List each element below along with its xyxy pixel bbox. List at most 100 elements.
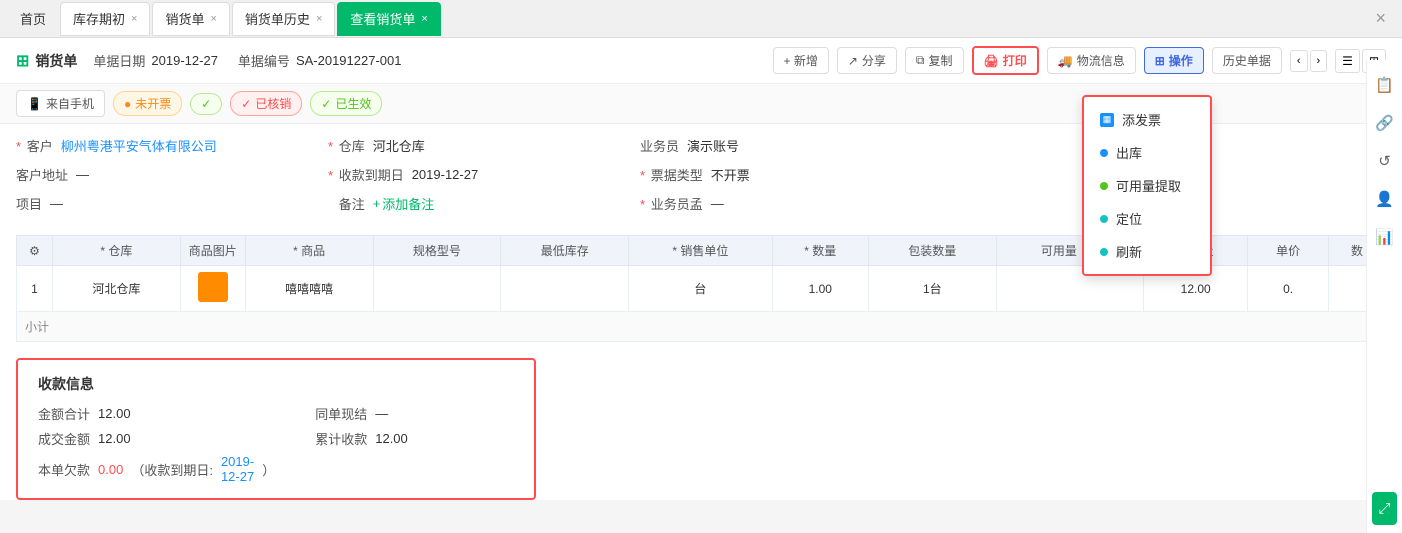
already-checked-badge[interactable]: ✓ 已核销 xyxy=(230,91,302,116)
project-value: — xyxy=(50,196,63,211)
sidebar-icon-4[interactable]: 👤 xyxy=(1369,182,1400,216)
customer-field: * 客户 柳州粤港平安气体有限公司 xyxy=(16,136,296,155)
tab-label: 销货单历史 xyxy=(245,9,310,28)
product-image xyxy=(198,272,228,302)
close-icon[interactable]: × xyxy=(131,13,137,25)
tab-view-sales[interactable]: 查看销货单 × xyxy=(337,2,440,36)
dot-icon xyxy=(1100,215,1108,223)
date-label: 单据日期 xyxy=(93,51,145,70)
doc-title: ⊞ 销货单 xyxy=(16,51,77,71)
operation-button[interactable]: ⊞ 操作 xyxy=(1144,47,1204,74)
date-value: 2019-12-27 xyxy=(151,53,218,68)
cumulative-received-value: 12.00 xyxy=(375,431,408,446)
cumulative-received-label: 累计收款 xyxy=(315,429,367,448)
logistics-button[interactable]: 🚚 物流信息 xyxy=(1047,47,1136,74)
not-open-badge[interactable]: ● 未开票 xyxy=(113,91,182,116)
remark-field: * 备注 + 添加备注 xyxy=(328,194,608,213)
tab-sales-order[interactable]: 销货单 × xyxy=(152,2,229,36)
row-index: 1 xyxy=(17,266,53,312)
summary-box: 收款信息 金额合计 12.00 同单现结 — 成交金额 12.00 累计收款 1… xyxy=(16,358,536,500)
print-button[interactable]: 🖨 打印 xyxy=(972,46,1039,75)
col-settings[interactable]: ⚙ xyxy=(17,236,53,266)
salesperson-value: 演示账号 xyxy=(687,136,739,155)
row-spec xyxy=(373,266,501,312)
cumulative-received-row: 累计收款 12.00 xyxy=(315,429,514,448)
subtotal-label: 小计 xyxy=(17,312,1386,342)
same-order-settle-value: — xyxy=(375,406,388,421)
current-due-value: 0.00 xyxy=(98,462,123,477)
ticket-type-label: * 票据类型 xyxy=(640,165,703,184)
customer-value[interactable]: 柳州粤港平安气体有限公司 xyxy=(61,136,217,155)
locate-item[interactable]: 定位 xyxy=(1084,202,1210,235)
warehouse-label: * 仓库 xyxy=(328,136,365,155)
remark-label: * 备注 xyxy=(328,194,365,213)
sidebar-icon-5[interactable]: 📊 xyxy=(1369,220,1400,254)
tab-home[interactable]: 首页 xyxy=(8,3,58,34)
check-icon: ✓ xyxy=(201,97,211,111)
operation-dropdown: ▦ 添发票 出库 可用量提取 定位 刷新 xyxy=(1082,95,1212,276)
already-effective-badge[interactable]: ✓ 已生效 xyxy=(310,91,382,116)
grid-icon: ⊞ xyxy=(1155,54,1165,68)
avail-extract-item[interactable]: 可用量提取 xyxy=(1084,169,1210,202)
tab-bar: 首页 库存期初 × 销货单 × 销货单历史 × 查看销货单 × × xyxy=(0,0,1402,38)
total-amount-row: 金额合计 12.00 xyxy=(38,404,275,423)
doc-icon: ⊞ xyxy=(16,51,29,71)
share-icon: ↗ xyxy=(848,54,858,68)
due-date: 2019-12-27 xyxy=(221,454,254,484)
salesperson2-field: * 业务员孟 — xyxy=(640,194,920,213)
customer-label: * 客户 xyxy=(16,136,53,155)
deal-amount-value: 12.00 xyxy=(98,431,131,446)
history-button[interactable]: 历史单据 xyxy=(1212,47,1282,74)
prev-button[interactable]: ‹ xyxy=(1290,50,1308,72)
tab-inventory-init[interactable]: 库存期初 × xyxy=(60,2,150,36)
row-warehouse: 河北仓库 xyxy=(53,266,181,312)
warehouse-value: 河北仓库 xyxy=(373,136,425,155)
sidebar-icon-1[interactable]: 📋 xyxy=(1369,68,1400,102)
refresh-item[interactable]: 刷新 xyxy=(1084,235,1210,268)
current-due-row: 本单欠款 0.00 （收款到期日: 2019-12-27 ） xyxy=(38,454,275,484)
number-label: 单据编号 xyxy=(238,51,290,70)
col-unit: * 销售单位 xyxy=(629,236,773,266)
add-invoice-item[interactable]: ▦ 添发票 xyxy=(1084,103,1210,136)
close-icon[interactable]: × xyxy=(316,13,322,25)
ticket-type-field: * 票据类型 不开票 xyxy=(640,165,920,184)
doc-meta: 单据日期 2019-12-27 单据编号 SA-20191227-001 xyxy=(93,51,756,70)
close-icon[interactable]: × xyxy=(421,13,427,25)
sidebar-icon-3[interactable]: ↺ xyxy=(1372,144,1397,178)
col-product: * 商品 xyxy=(245,236,373,266)
copy-icon: ⧉ xyxy=(916,53,925,68)
col-spec: 规格型号 xyxy=(373,236,501,266)
sidebar-icon-2[interactable]: 🔗 xyxy=(1369,106,1400,140)
total-amount-value: 12.00 xyxy=(98,406,131,421)
expand-button[interactable]: ⤢ xyxy=(1372,492,1396,525)
salesperson-field: 业务员 演示账号 xyxy=(640,136,920,155)
same-order-settle-row: 同单现结 — xyxy=(315,404,514,423)
from-phone-button[interactable]: 📱 来自手机 xyxy=(16,90,105,117)
copy-button[interactable]: ⧉ 复制 xyxy=(905,47,964,74)
checked-badge[interactable]: ✓ xyxy=(190,93,222,115)
close-icon[interactable]: × xyxy=(210,13,216,25)
tab-label: 库存期初 xyxy=(73,9,125,28)
next-button[interactable]: › xyxy=(1310,50,1328,72)
add-button[interactable]: + 新增 xyxy=(773,47,829,74)
tab-sales-history[interactable]: 销货单历史 × xyxy=(232,2,335,36)
ticket-type-value: 不开票 xyxy=(711,165,750,184)
same-order-settle-label: 同单现结 xyxy=(315,404,367,423)
summary-title: 收款信息 xyxy=(38,374,514,394)
due-close: ） xyxy=(262,460,275,479)
row-product: 嘻嘻嘻嘻 xyxy=(245,266,373,312)
doc-number-field: 单据编号 SA-20191227-001 xyxy=(238,51,402,70)
share-button[interactable]: ↗ 分享 xyxy=(837,47,897,74)
deal-amount-label: 成交金额 xyxy=(38,429,90,448)
current-due-label: 本单欠款 xyxy=(38,460,90,479)
doc-type-label: 销货单 xyxy=(35,51,77,71)
right-sidebar: 📋 🔗 ↺ 👤 📊 ⤢ xyxy=(1366,60,1402,533)
summary-grid: 金额合计 12.00 同单现结 — 成交金额 12.00 累计收款 12.00 … xyxy=(38,404,514,484)
outbound-item[interactable]: 出库 xyxy=(1084,136,1210,169)
list-view-button[interactable]: ☰ xyxy=(1335,49,1360,73)
effective-icon: ✓ xyxy=(321,97,331,111)
col-pkg-qty: 包装数量 xyxy=(868,236,996,266)
window-close-button[interactable]: × xyxy=(1367,4,1394,33)
add-remark-button[interactable]: + 添加备注 xyxy=(373,194,435,213)
salesperson2-label: * 业务员孟 xyxy=(640,194,703,213)
